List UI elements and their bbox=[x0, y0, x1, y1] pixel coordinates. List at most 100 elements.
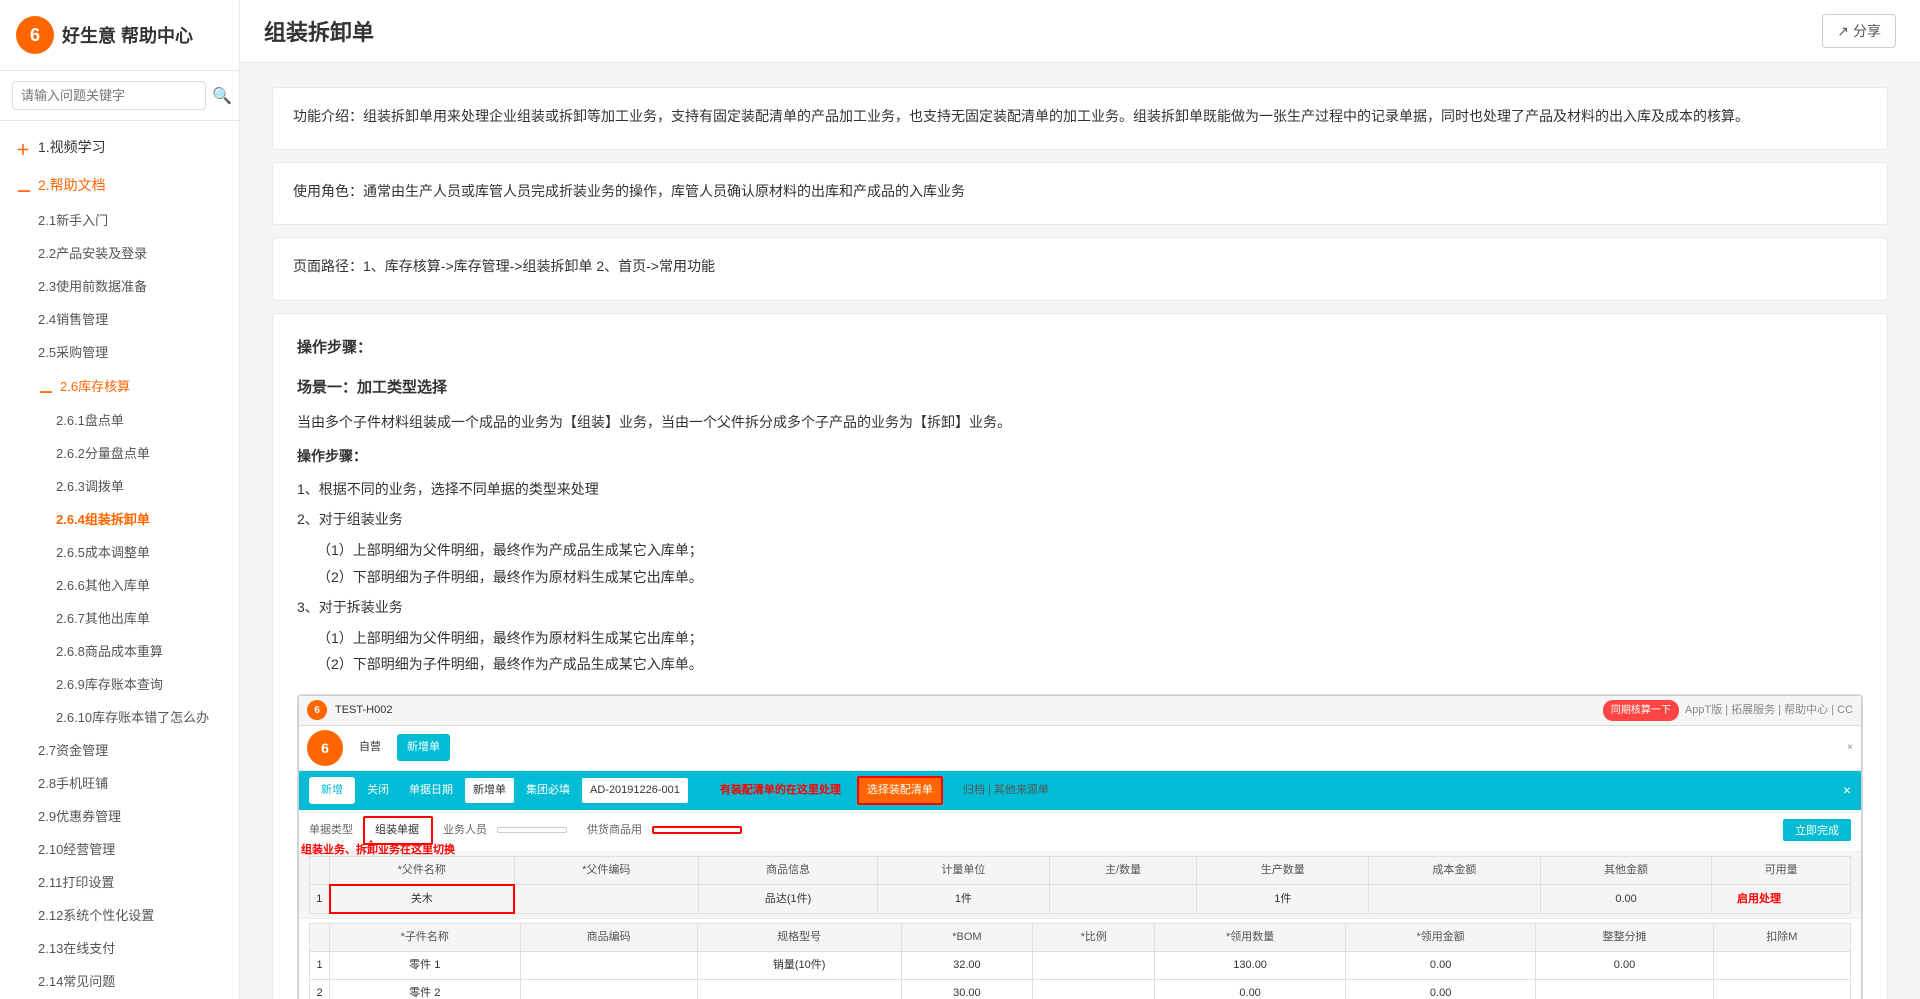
usage-qty2-cell: 0.00 bbox=[1155, 980, 1346, 999]
ratio2-cell bbox=[1033, 980, 1155, 999]
deduct1-cell bbox=[1713, 952, 1850, 980]
sidebar-item-2-6-6[interactable]: 2.6.6其他入库单 bbox=[0, 568, 239, 601]
scene1-desc: 当由多个子件材料组装成一个成品的业务为【组装】业务，当由一个父件拆分成多个子产品… bbox=[297, 409, 1863, 436]
table-row: 2 零件 2 30.00 0.00 0.00 bbox=[310, 980, 1851, 999]
sidebar-item-2-7[interactable]: 2.7资金管理 bbox=[0, 733, 239, 766]
main-content: 功能介绍：组装拆卸单用来处理企业组装或拆卸等加工业务，支持有固定装配清单的产品加… bbox=[240, 63, 1920, 999]
sidebar-item-2-6-2[interactable]: 2.6.2分量盘点单 bbox=[0, 436, 239, 469]
screenshot-container: 6 TEST-H002 同期核算一下 AppT版 | 拓展服务 | 帮助中心 |… bbox=[297, 694, 1863, 999]
row2-num1: 1 bbox=[310, 952, 330, 980]
table1: *父件名称 *父件编码 商品信息 计量单位 主/数量 生产数量 成本金额 其他金… bbox=[309, 856, 1851, 915]
logo-area: 6 好生意 帮助中心 bbox=[0, 0, 239, 71]
form-label-group: 集团必填 bbox=[526, 780, 570, 801]
parent-code-cell bbox=[514, 885, 699, 914]
expand-icon: ＋ bbox=[16, 140, 30, 154]
step3: 3、对于拆装业务 bbox=[297, 594, 1863, 621]
sidebar-item-2-1[interactable]: 2.1新手入门 bbox=[0, 203, 239, 236]
window-close-button[interactable]: × bbox=[1843, 782, 1851, 798]
sidebar-item-2-2[interactable]: 2.2产品安装及登录 bbox=[0, 236, 239, 269]
sidebar-item-2-6-label: 2.6库存核算 bbox=[60, 376, 130, 395]
annotation-enable: 启用处理 bbox=[1737, 889, 1781, 910]
bom1-cell: 32.00 bbox=[901, 952, 1033, 980]
sidebar-item-2-6-5[interactable]: 2.6.5成本调整单 bbox=[0, 535, 239, 568]
sidebar-item-2-6-3[interactable]: 2.6.3调拨单 bbox=[0, 469, 239, 502]
search-input[interactable] bbox=[12, 81, 206, 110]
sidebar-item-2-6-7[interactable]: 2.6.7其他出库单 bbox=[0, 601, 239, 634]
app-close-area: × bbox=[1847, 738, 1853, 757]
nav-sub-items-2: 2.1新手入门 2.2产品安装及登录 2.3使用前数据准备 2.4销售管理 2.… bbox=[0, 203, 239, 999]
sidebar-item-helpdoc[interactable]: － 2.帮助文档 bbox=[0, 167, 239, 203]
window-header-tabs: 新增 关闭 bbox=[309, 777, 389, 804]
share-button[interactable]: ↗ 分享 bbox=[1822, 14, 1896, 48]
row2-num2: 2 bbox=[310, 980, 330, 999]
sidebar-item-2-6-1[interactable]: 2.6.1盘点单 bbox=[0, 403, 239, 436]
step3-1: （1）上部明细为父件明细，最终作为原材料生成某它出库单； bbox=[297, 625, 1863, 652]
app-tab-zying[interactable]: 自营 bbox=[349, 734, 391, 761]
sidebar-item-label: 1.视频学习 bbox=[38, 137, 106, 157]
sidebar-item-2-6-8[interactable]: 2.6.8商品成本重算 bbox=[0, 634, 239, 667]
col-other-amt: 其他金额 bbox=[1540, 856, 1712, 884]
app-tab-new[interactable]: 新增单 bbox=[397, 734, 450, 761]
sidebar-item-2-9[interactable]: 2.9优惠券管理 bbox=[0, 799, 239, 832]
intro-section: 功能介绍：组装拆卸单用来处理企业组装或拆卸等加工业务，支持有固定装配清单的产品加… bbox=[272, 87, 1888, 150]
sidebar: 6 好生意 帮助中心 🔍 ＋ 1.视频学习 － 2.帮助文档 2.1新手入门 2… bbox=[0, 0, 240, 999]
topbar-id: TEST-H002 bbox=[335, 700, 392, 721]
window-tab-close[interactable]: 关闭 bbox=[367, 780, 389, 801]
sidebar-item-2-6-10[interactable]: 2.6.10库存账本错了怎么办 bbox=[0, 700, 239, 733]
goods-info-cell: 品达(1件) bbox=[699, 885, 878, 914]
sidebar-item-video[interactable]: ＋ 1.视频学习 bbox=[0, 129, 239, 165]
form-date-label2: 业务人员 bbox=[443, 820, 487, 841]
bom2-cell: 30.00 bbox=[901, 980, 1033, 999]
search-area: 🔍 bbox=[0, 71, 239, 121]
sidebar-item-2-10[interactable]: 2.10经营管理 bbox=[0, 832, 239, 865]
form-date-value: 新增单 bbox=[465, 778, 514, 803]
intro-text: 功能介绍：组装拆卸单用来处理企业组装或拆卸等加工业务，支持有固定装配清单的产品加… bbox=[293, 104, 1867, 129]
sidebar-item-2-5[interactable]: 2.5采购管理 bbox=[0, 335, 239, 368]
table-row: 1 关木 品达(1件) 1件 1件 0.00 bbox=[310, 885, 1851, 914]
collapse-icon: － bbox=[16, 178, 30, 192]
goods-code1-cell bbox=[520, 952, 697, 980]
form-group-value: AD-20191226-001 bbox=[582, 778, 688, 803]
main-area: 组装拆卸单 ↗ 分享 功能介绍：组装拆卸单用来处理企业组装或拆卸等加工业务，支持… bbox=[240, 0, 1920, 999]
col2-bom: *BOM bbox=[901, 924, 1033, 952]
topbar-icons: AppT版 | 拓展服务 | 帮助中心 | CC bbox=[1685, 700, 1853, 721]
ratio1-cell bbox=[1033, 952, 1155, 980]
path-section: 页面路径：1、库存核算->库存管理->组装拆卸单 2、首页->常用功能 bbox=[272, 237, 1888, 300]
sidebar-item-2-6-4[interactable]: 2.6.4组装拆卸单 bbox=[0, 502, 239, 535]
deduct2-cell bbox=[1713, 980, 1850, 999]
topbar-btn1[interactable]: 同期核算一下 bbox=[1603, 700, 1679, 721]
col2-split: 整整分摊 bbox=[1536, 924, 1713, 952]
btn-confirm[interactable]: 立即完成 bbox=[1783, 819, 1851, 841]
app-nav-logo: 6 bbox=[307, 730, 343, 766]
sub-name2-cell: 零件 2 bbox=[330, 980, 521, 999]
app-nav: 6 自营 新增单 × bbox=[299, 726, 1861, 771]
annotation-clearlist: 有装配清单的在这里处理 bbox=[720, 780, 841, 801]
btn-select-list[interactable]: 选择装配清单 bbox=[857, 776, 943, 805]
main-header: 组装拆卸单 ↗ 分享 bbox=[240, 0, 1920, 63]
spec1-cell: 销量(10件) bbox=[697, 952, 901, 980]
window-tab-add[interactable]: 新增 bbox=[309, 777, 355, 804]
sidebar-nav: ＋ 1.视频学习 － 2.帮助文档 2.1新手入门 2.2产品安装及登录 2.3… bbox=[0, 121, 239, 999]
search-button[interactable]: 🔍 bbox=[212, 86, 232, 106]
logo-icon: 6 bbox=[16, 16, 54, 54]
parent-name-cell[interactable]: 关木 bbox=[330, 885, 515, 914]
collapse-icon-2-6: － bbox=[38, 379, 52, 393]
usage-amt2-cell: 0.00 bbox=[1345, 980, 1536, 999]
usage-qty1-cell: 130.00 bbox=[1155, 952, 1346, 980]
sidebar-item-2-6[interactable]: － 2.6库存核算 bbox=[0, 368, 239, 403]
form-supplier-input[interactable] bbox=[652, 826, 742, 834]
form-type-label: 单据类型 bbox=[309, 820, 353, 841]
sidebar-item-2-12[interactable]: 2.12系统个性化设置 bbox=[0, 898, 239, 931]
goods-code2-cell bbox=[520, 980, 697, 999]
logo-text: 好生意 帮助中心 bbox=[62, 22, 193, 48]
sidebar-item-2-8[interactable]: 2.8手机旺铺 bbox=[0, 766, 239, 799]
sidebar-item-label: 2.帮助文档 bbox=[38, 175, 106, 195]
sidebar-item-2-11[interactable]: 2.11打印设置 bbox=[0, 865, 239, 898]
window-form-top: 单据日期 新增单 集团必填 AD-20191226-001 有装配清单的在这里处… bbox=[389, 776, 1843, 805]
sidebar-item-2-14[interactable]: 2.14常见问题 bbox=[0, 964, 239, 997]
sidebar-item-2-3[interactable]: 2.3使用前数据准备 bbox=[0, 269, 239, 302]
col2-checkbox bbox=[310, 924, 330, 952]
sidebar-item-2-4[interactable]: 2.4销售管理 bbox=[0, 302, 239, 335]
sidebar-item-2-13[interactable]: 2.13在线支付 bbox=[0, 931, 239, 964]
sidebar-item-2-6-9[interactable]: 2.6.9库存账本查询 bbox=[0, 667, 239, 700]
